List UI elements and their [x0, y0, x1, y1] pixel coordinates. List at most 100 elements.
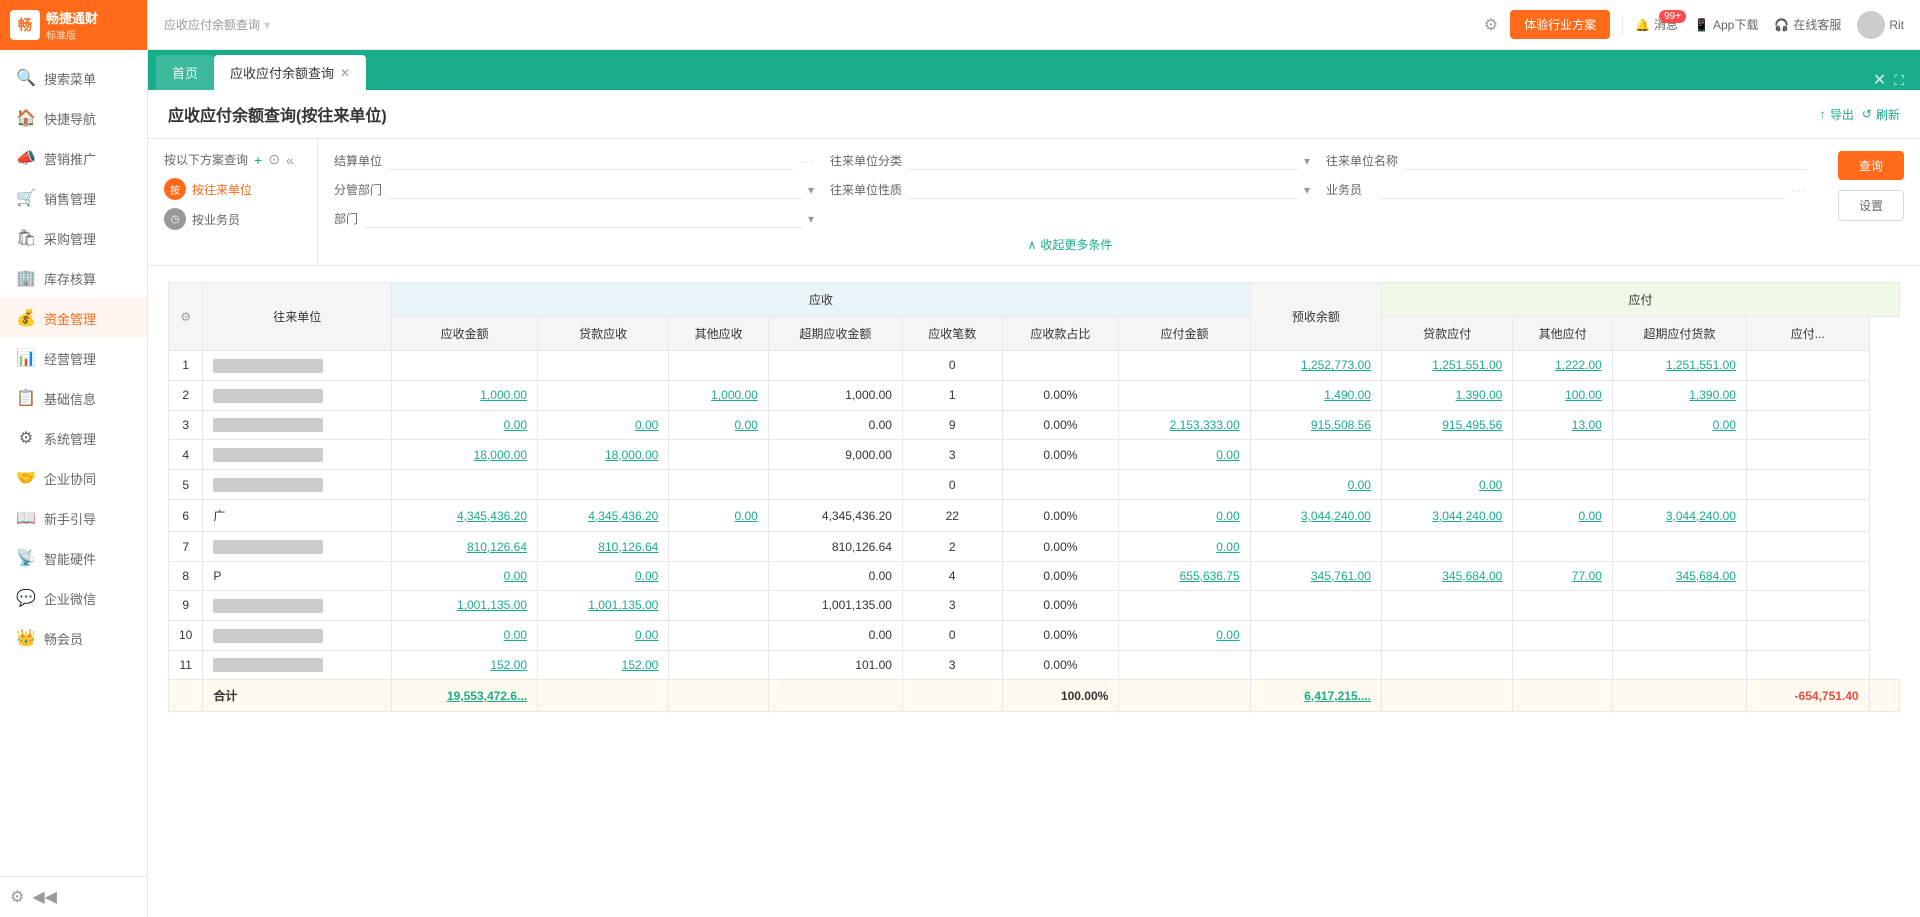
user-item[interactable]: Rit [1857, 11, 1904, 39]
sidebar-item-member[interactable]: 👑 畅会员 [0, 618, 147, 658]
footer-receivable-amount[interactable]: 19,553,472.6... [392, 680, 538, 712]
table-cell[interactable]: 0.00 [1119, 440, 1250, 470]
tab-query[interactable]: 应收应付余额查询 ✕ [214, 55, 366, 90]
table-cell[interactable]: 0.00 [669, 410, 769, 440]
tab-close-window-icon[interactable]: ✕ [1873, 70, 1886, 90]
table-cell[interactable]: 0.00 [1119, 500, 1250, 532]
settlement-unit-input[interactable] [388, 151, 793, 170]
sidebar-item-guide[interactable]: 📖 新手引导 [0, 498, 147, 538]
table-cell[interactable]: 18,000.00 [538, 440, 669, 470]
table-cell[interactable]: 345,684.00 [1612, 561, 1746, 590]
table-cell[interactable]: 0.00 [1119, 620, 1250, 650]
table-cell[interactable]: 0.00 [538, 620, 669, 650]
sidebar-item-wechat[interactable]: 💬 企业微信 [0, 578, 147, 618]
sidebar-item-quick[interactable]: 🏠 快捷导航 [0, 98, 147, 138]
tab-close-icon[interactable]: ✕ [340, 66, 350, 80]
sidebar-item-sales[interactable]: 🛒 销售管理 [0, 178, 147, 218]
app-download-item[interactable]: 📱 App下载 [1694, 16, 1758, 33]
filter-scheme-area: 按以下方案查询 + ⊙ « 按 按往来单位 ◷ 按业务员 [148, 139, 318, 265]
table-cell[interactable]: 1,000.00 [669, 380, 769, 410]
table-cell[interactable]: 4,345,436.20 [392, 500, 538, 532]
online-service-item[interactable]: 🎧 在线客服 [1774, 16, 1841, 33]
sidebar-item-search[interactable]: 🔍 搜索菜单 [0, 58, 147, 98]
table-cell[interactable]: 1,001,135.00 [392, 590, 538, 620]
table-cell[interactable]: 152.00 [392, 650, 538, 680]
table-cell[interactable]: 0.00 [538, 410, 669, 440]
sidebar-item-collab[interactable]: 🤝 企业协同 [0, 458, 147, 498]
table-cell[interactable]: 77.00 [1513, 561, 1613, 590]
sidebar-item-system[interactable]: ⚙ 系统管理 [0, 418, 147, 458]
tab-fullscreen-icon[interactable]: ⛶ [1894, 72, 1904, 89]
export-button[interactable]: ↑ 导出 [1820, 106, 1854, 123]
table-cell[interactable]: 0.00 [392, 561, 538, 590]
table-cell[interactable]: 1,252,773.00 [1250, 351, 1381, 381]
sidebar-item-inventory[interactable]: 🏢 库存核算 [0, 258, 147, 298]
table-cell[interactable]: 0.00 [392, 620, 538, 650]
refresh-button[interactable]: ↺ 刷新 [1862, 106, 1900, 123]
table-cell[interactable]: 4,345,436.20 [538, 500, 669, 532]
table-cell[interactable]: 1,490.00 [1250, 380, 1381, 410]
table-cell[interactable]: 0.00 [538, 561, 669, 590]
filter-collapse-btn[interactable]: ∧ 收起更多条件 [334, 236, 1806, 253]
sidebar-item-finance[interactable]: 💰 资金管理 [0, 298, 147, 338]
table-cell[interactable]: 1,251,551.00 [1381, 351, 1512, 381]
table-cell[interactable]: 3,044,240.00 [1612, 500, 1746, 532]
table-cell[interactable]: 13.00 [1513, 410, 1613, 440]
scheme-by-salesman[interactable]: ◷ 按业务员 [164, 208, 305, 230]
add-scheme-icon[interactable]: + [254, 152, 262, 168]
scheme-by-partner[interactable]: 按 按往来单位 [164, 178, 305, 200]
table-cell[interactable]: 1,251,551.00 [1612, 351, 1746, 381]
table-cell[interactable]: 0.00 [1513, 500, 1613, 532]
sidebar-item-marketing[interactable]: 📣 营销推广 [0, 138, 147, 178]
sidebar-item-purchase[interactable]: 🛍 采购管理 [0, 218, 147, 258]
table-cell[interactable]: 1,001,135.00 [538, 590, 669, 620]
settings-button[interactable]: 设置 [1838, 190, 1904, 221]
tab-home[interactable]: 首页 [156, 55, 214, 90]
table-cell[interactable]: 1,000.00 [392, 380, 538, 410]
sidebar-item-ops[interactable]: 📊 经营管理 [0, 338, 147, 378]
table-cell[interactable]: 0.00 [669, 500, 769, 532]
dept-manager-input[interactable] [388, 180, 802, 199]
table-cell[interactable]: 0.00 [1381, 470, 1512, 500]
settings-footer-icon[interactable]: ⚙ [10, 887, 24, 907]
table-cell[interactable]: 915,495.56 [1381, 410, 1512, 440]
scheme-settings-icon[interactable]: ⊙ [268, 151, 280, 168]
table-cell[interactable]: 3,044,240.00 [1381, 500, 1512, 532]
table-cell[interactable]: 18,000.00 [392, 440, 538, 470]
table-cell[interactable]: 100.00 [1513, 380, 1613, 410]
table-cell [1381, 650, 1512, 680]
table-cell[interactable]: 810,126.64 [538, 532, 669, 562]
promo-button[interactable]: 体验行业方案 [1510, 10, 1610, 39]
sidebar-item-hardware[interactable]: 📡 智能硬件 [0, 538, 147, 578]
table-cell[interactable]: 345,684.00 [1381, 561, 1512, 590]
footer-prepaid[interactable]: 6,417,215.... [1250, 680, 1381, 712]
table-cell[interactable]: 152.00 [538, 650, 669, 680]
table-cell[interactable]: 1,222.00 [1513, 351, 1613, 381]
table-cell[interactable]: 1,390.00 [1612, 380, 1746, 410]
table-cell[interactable]: 345,761.00 [1250, 561, 1381, 590]
table-cell[interactable]: 655,636.75 [1119, 561, 1250, 590]
partner-name-input[interactable] [1404, 151, 1806, 170]
sidebar: 畅 畅捷通财 标准版 🔍 搜索菜单 🏠 快捷导航 📣 营销推广 🛒 销售管理 🛍… [0, 0, 148, 917]
table-cell[interactable]: 3,044,240.00 [1250, 500, 1381, 532]
notification-item[interactable]: 🔔 消息 99+ [1635, 16, 1678, 33]
partner-nature-input[interactable] [908, 180, 1298, 199]
table-cell[interactable]: 1,390.00 [1381, 380, 1512, 410]
sidebar-item-basic[interactable]: 📋 基础信息 [0, 378, 147, 418]
table-cell[interactable]: 0.00 [1119, 532, 1250, 562]
partner-category-input[interactable] [908, 151, 1298, 170]
table-cell[interactable]: 0.00 [1612, 410, 1746, 440]
header-gear-icon[interactable]: ⚙ [1484, 15, 1498, 35]
table-cell[interactable]: 2,153,333.00 [1119, 410, 1250, 440]
table-cell[interactable]: 810,126.64 [392, 532, 538, 562]
department-input[interactable] [364, 209, 802, 228]
table-cell[interactable]: 0.00 [1250, 470, 1381, 500]
table-settings-icon[interactable]: ⚙ [180, 310, 191, 324]
collapse-icon[interactable]: ◀◀ [32, 887, 57, 907]
table-cell[interactable]: 0.00 [392, 410, 538, 440]
table-cell[interactable]: 915,508.56 [1250, 410, 1381, 440]
table-cell [1513, 440, 1613, 470]
salesman-input[interactable] [1380, 180, 1785, 199]
query-button[interactable]: 查询 [1838, 151, 1904, 180]
scheme-collapse-icon[interactable]: « [286, 152, 294, 168]
